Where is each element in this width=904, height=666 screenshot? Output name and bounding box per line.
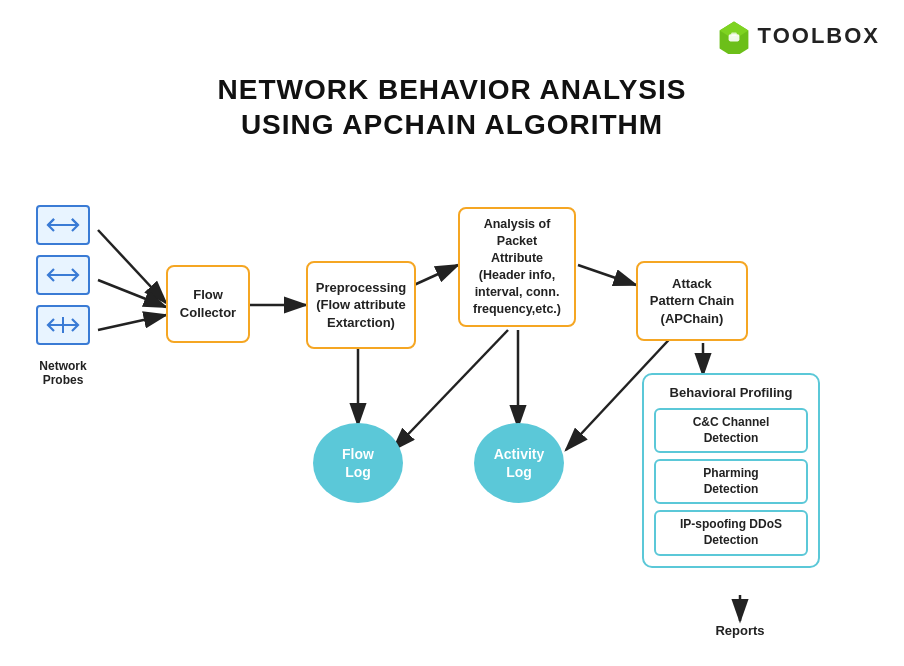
- behavioral-item-3: IP-spoofing DDoSDetection: [654, 510, 808, 555]
- diagram: NetworkProbes: [18, 165, 886, 646]
- network-probes-label: NetworkProbes: [36, 359, 90, 388]
- behavioral-profiling-title: Behavioral Profiling: [654, 385, 808, 400]
- activity-log-label: ActivityLog: [494, 445, 545, 481]
- behavioral-item-2: PharmingDetection: [654, 459, 808, 504]
- apchain-box: AttackPattern Chain(APChain): [636, 261, 748, 341]
- probe-icon-3: [36, 305, 90, 345]
- behavioral-profiling-container: Behavioral Profiling C&C ChannelDetectio…: [642, 373, 820, 568]
- svg-line-13: [98, 280, 166, 307]
- probe-icon-1: [36, 205, 90, 245]
- flow-log-ellipse: FlowLog: [313, 423, 403, 503]
- svg-line-17: [578, 265, 636, 285]
- toolbox-logo-icon: [716, 18, 752, 54]
- probe-icon-2: [36, 255, 90, 295]
- svg-line-12: [98, 230, 166, 303]
- preprocessing-box: Preprocessing(Flow attributeExtarction): [306, 261, 416, 349]
- reports-label: Reports: [708, 623, 772, 638]
- svg-line-16: [414, 265, 458, 285]
- flow-collector-box: FlowCollector: [166, 265, 250, 343]
- page-title: NETWORK BEHAVIOR ANALYSIS USING APCHAIN …: [0, 72, 904, 142]
- preprocessing-label: Preprocessing(Flow attributeExtarction): [316, 279, 406, 332]
- flow-collector-label: FlowCollector: [180, 286, 236, 321]
- logo: TOOLBOX: [716, 18, 880, 54]
- activity-log-ellipse: ActivityLog: [474, 423, 564, 503]
- svg-line-14: [98, 315, 166, 330]
- svg-rect-3: [731, 32, 736, 36]
- network-probes: NetworkProbes: [36, 205, 90, 388]
- apchain-label: AttackPattern Chain(APChain): [650, 275, 735, 328]
- analysis-box: Analysis of PacketAttribute(Header info,…: [458, 207, 576, 327]
- behavioral-item-1: C&C ChannelDetection: [654, 408, 808, 453]
- analysis-label: Analysis of PacketAttribute(Header info,…: [468, 216, 566, 317]
- flow-log-label: FlowLog: [342, 445, 374, 481]
- logo-wordmark: TOOLBOX: [758, 23, 880, 49]
